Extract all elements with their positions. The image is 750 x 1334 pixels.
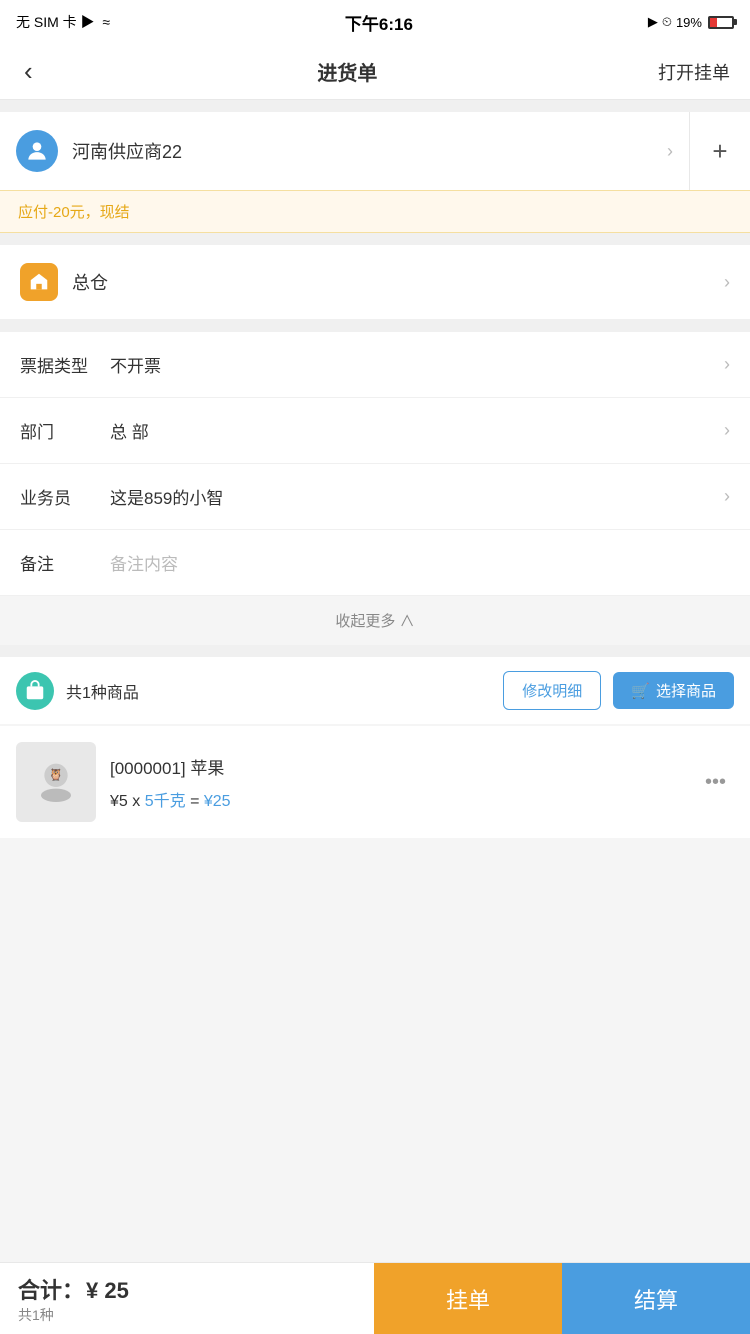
select-product-button[interactable]: 🛒 选择商品 [613,672,734,709]
price-separator: x [132,793,144,810]
pending-button[interactable]: 挂单 [374,1263,562,1334]
ticket-type-label: 票据类型 [20,352,110,377]
product-info: [0000001] 苹果 ¥5 x 5千克 = ¥25 [110,754,683,811]
chevron-right-icon: › [667,141,673,162]
department-label: 部门 [20,418,110,443]
total-label: 合计： [18,1273,84,1305]
status-time: 下午6:16 [345,10,413,35]
status-signal: 无 SIM 卡 ▶ ≈ [16,12,110,32]
footer: 合计： ¥ 25 共1种 挂单 结算 [0,1262,750,1334]
remark-label: 备注 [20,550,110,575]
department-value: 总 部 [110,418,724,443]
section-gap-3 [0,320,750,332]
alarm-icon: ⏲ [662,14,672,30]
supplier-avatar [16,130,58,172]
chevron-right-icon: › [724,486,730,507]
product-item: 🦉 [0000001] 苹果 ¥5 x 5千克 = ¥25 ••• [0,726,750,838]
open-pending-button[interactable]: 打开挂单 [658,59,730,85]
svg-text:🦉: 🦉 [49,768,64,782]
salesperson-value: 这是859的小智 [110,484,724,509]
equals-sign: = [190,793,204,810]
total-value: ¥25 [204,793,231,810]
price-value: ¥5 [110,793,128,810]
section-gap-4 [0,645,750,657]
cart-icon: 🛒 [631,682,650,700]
warehouse-name: 总仓 [72,269,724,295]
supplier-selector[interactable]: 河南供应商22 › [0,112,690,190]
battery-icon [708,16,734,29]
checkout-button[interactable]: 结算 [562,1263,750,1334]
collapse-label: 收起更多 ∧ [335,610,414,631]
product-name: [0000001] 苹果 [110,754,683,779]
chevron-right-icon: › [724,354,730,375]
footer-amount: 合计： ¥ 25 [18,1273,356,1305]
form-section: 票据类型 不开票 › 部门 总 部 › 业务员 这是859的小智 › 备注 备注… [0,332,750,596]
status-bar: 无 SIM 卡 ▶ ≈ 下午6:16 ▶ ⏲ 19% [0,0,750,44]
total-amount: ¥ 25 [86,1278,129,1304]
product-count-icon [16,672,54,710]
footer-total: 合计： ¥ 25 共1种 [0,1273,374,1325]
product-price: ¥5 x 5千克 = ¥25 [110,787,683,811]
supplier-name: 河南供应商22 [72,138,667,164]
section-gap-2 [0,233,750,245]
back-button[interactable]: ‹ [20,52,37,91]
chevron-right-icon: › [724,272,730,293]
supplier-section: 河南供应商22 › + [0,112,750,190]
page-title: 进货单 [317,57,377,86]
salesperson-row[interactable]: 业务员 这是859的小智 › [0,464,750,530]
more-options-button[interactable]: ••• [697,767,734,798]
salesperson-label: 业务员 [20,484,110,509]
add-supplier-button[interactable]: + [690,112,750,190]
warehouse-row[interactable]: 总仓 › [0,245,750,320]
edit-detail-button[interactable]: 修改明细 [503,671,601,710]
product-header: 共1种商品 修改明细 🛒 选择商品 [0,657,750,724]
status-battery: ▶ ⏲ 19% [648,14,734,30]
notice-text: 应付-20元，现结 [18,204,130,221]
collapse-bar[interactable]: 收起更多 ∧ [0,596,750,645]
quantity-value: 5千克 [145,793,186,810]
remark-placeholder: 备注内容 [110,550,730,575]
nav-bar: ‹ 进货单 打开挂单 [0,44,750,100]
footer-count: 共1种 [18,1305,356,1325]
ticket-type-value: 不开票 [110,352,724,377]
department-row[interactable]: 部门 总 部 › [0,398,750,464]
section-gap-1 [0,100,750,112]
product-thumbnail: 🦉 [16,742,96,822]
notice-bar: 应付-20元，现结 [0,190,750,233]
remark-row[interactable]: 备注 备注内容 [0,530,750,596]
bottom-space [0,838,750,858]
location-icon: ▶ [648,14,658,30]
ticket-type-row[interactable]: 票据类型 不开票 › [0,332,750,398]
chevron-right-icon: › [724,420,730,441]
warehouse-icon [20,263,58,301]
product-count-label: 共1种商品 [66,679,491,703]
